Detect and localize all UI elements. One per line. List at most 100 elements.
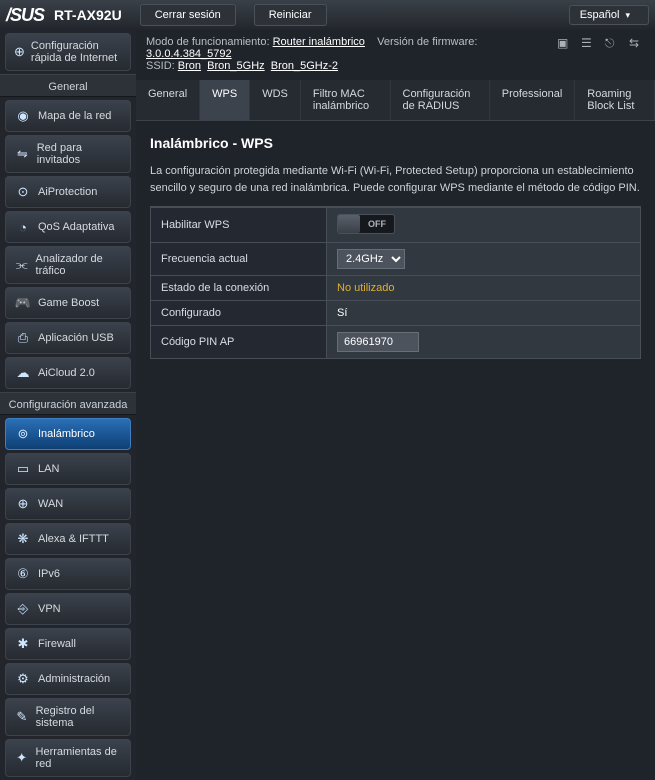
sidebar-icon: 🎮 [14, 294, 32, 312]
tab[interactable]: Professional [490, 80, 576, 120]
toggle-knob [338, 215, 360, 233]
pin-label: Código PIN AP [151, 326, 327, 359]
sidebar-item-label: LAN [38, 463, 59, 475]
mode-value[interactable]: Router inalámbrico [273, 36, 365, 48]
sidebar-item-label: AiProtection [38, 186, 97, 198]
sidebar-item[interactable]: ⚙ Administración [5, 663, 131, 695]
page-description: La configuración protegida mediante Wi-F… [150, 163, 641, 207]
connection-state-value: No utilizado [337, 282, 394, 294]
mode-label: Modo de funcionamiento: [146, 36, 270, 48]
page-title: Inalámbrico - WPS [150, 135, 641, 151]
frequency-select[interactable]: 2.4GHz [337, 249, 405, 269]
sidebar-section-advanced: Configuración avanzada [0, 392, 136, 415]
tab[interactable]: Filtro MAC inalámbrico [301, 80, 391, 120]
sidebar-icon: ✱ [14, 635, 32, 653]
sidebar-item-label: Configuración rápida de Internet [31, 40, 122, 64]
feature-icon[interactable]: ▣ [557, 36, 573, 48]
ssid-label: SSID: [146, 60, 175, 72]
sidebar-item[interactable]: ⎙ Aplicación USB [5, 322, 131, 354]
sidebar-item[interactable]: ❋ Alexa & IFTTT [5, 523, 131, 555]
sidebar-item-label: Mapa de la red [38, 110, 111, 122]
sidebar-item-label: Inalámbrico [38, 428, 95, 440]
sidebar-item-label: Firewall [38, 638, 76, 650]
sidebar-item[interactable]: ⑥ IPv6 [5, 558, 131, 590]
tab[interactable]: WPS [200, 80, 250, 120]
tab[interactable]: WDS [250, 80, 301, 120]
connection-state-label: Estado de la conexión [151, 276, 327, 301]
tab-bar: GeneralWPSWDSFiltro MAC inalámbricoConfi… [136, 80, 655, 121]
sidebar-icon: ⊚ [14, 425, 32, 443]
sidebar-item[interactable]: ☁ AiCloud 2.0 [5, 357, 131, 389]
sidebar-item[interactable]: ⫘ Analizador de tráfico [5, 246, 131, 284]
feature-icon[interactable]: ⎋ [605, 36, 621, 48]
sidebar-item-label: IPv6 [38, 568, 60, 580]
model-name: RT-AX92U [54, 7, 122, 23]
sidebar-item-label: Alexa & IFTTT [38, 533, 109, 545]
sidebar-item-label: AiCloud 2.0 [38, 367, 95, 379]
status-icons: ▣ ☰ ⎋ ⇆ [557, 36, 645, 48]
sidebar-icon: ◔ [14, 218, 32, 236]
enable-wps-toggle[interactable]: OFF [337, 214, 395, 234]
sidebar-icon: ▭ [14, 460, 32, 478]
reboot-button[interactable]: Reiniciar [254, 4, 327, 26]
ssid-value: Bron [178, 60, 201, 72]
sidebar-item-label: VPN [38, 603, 61, 615]
configured-label: Configurado [151, 301, 327, 326]
sidebar-item-label: Aplicación USB [38, 332, 114, 344]
feature-icon[interactable]: ☰ [581, 36, 597, 48]
sidebar: ⊕ Configuración rápida de Internet Gener… [0, 30, 136, 780]
sidebar-item[interactable]: ⊙ AiProtection [5, 176, 131, 208]
sidebar-icon: ✦ [14, 749, 30, 767]
sidebar-item[interactable]: ⇋ Red para invitados [5, 135, 131, 173]
sidebar-item[interactable]: ✱ Firewall [5, 628, 131, 660]
sidebar-icon: ◉ [14, 107, 32, 125]
sidebar-item[interactable]: ◉ Mapa de la red [5, 100, 131, 132]
sidebar-item-label: Analizador de tráfico [36, 253, 122, 277]
frequency-label: Frecuencia actual [151, 243, 327, 276]
feature-icon[interactable]: ⇆ [629, 36, 645, 48]
sidebar-quick-setup[interactable]: ⊕ Configuración rápida de Internet [5, 33, 131, 71]
sidebar-icon: ☁ [14, 364, 32, 382]
logout-button[interactable]: Cerrar sesión [140, 4, 236, 26]
sidebar-icon: ⊙ [14, 183, 32, 201]
sidebar-icon: ⎙ [14, 329, 32, 347]
sidebar-icon: ❋ [14, 530, 32, 548]
pin-input[interactable] [337, 332, 419, 352]
sidebar-icon: ⚙ [14, 670, 32, 688]
sidebar-item-label: Red para invitados [37, 142, 122, 166]
globe-icon: ⊕ [14, 43, 25, 61]
configured-value: Sí [327, 301, 641, 326]
toggle-state: OFF [360, 219, 394, 229]
tab[interactable]: Roaming Block List [575, 80, 655, 120]
tab[interactable]: Configuración de RADIUS [391, 80, 490, 120]
sidebar-item[interactable]: 🎮 Game Boost [5, 287, 131, 319]
firmware-value[interactable]: 3.0.0.4.384_5792 [146, 48, 232, 60]
sidebar-item-label: Registro del sistema [36, 705, 122, 729]
sidebar-item[interactable]: ⊚ Inalámbrico [5, 418, 131, 450]
language-select[interactable]: Español [569, 5, 649, 25]
sidebar-section-general: General [0, 74, 136, 97]
sidebar-item-label: Herramientas de red [36, 746, 122, 770]
firmware-label: Versión de firmware: [377, 36, 477, 48]
sidebar-item[interactable]: ▭ LAN [5, 453, 131, 485]
sidebar-item[interactable]: ✦ Herramientas de red [5, 739, 131, 777]
sidebar-item-label: WAN [38, 498, 63, 510]
sidebar-icon: ⇋ [14, 145, 31, 163]
sidebar-item-label: QoS Adaptativa [38, 221, 114, 233]
enable-wps-label: Habilitar WPS [151, 208, 327, 243]
sidebar-item[interactable]: ◔ QoS Adaptativa [5, 211, 131, 243]
brand-logo: /SUS [6, 5, 44, 26]
sidebar-item-label: Game Boost [38, 297, 99, 309]
sidebar-icon: ✎ [14, 708, 30, 726]
sidebar-item[interactable]: ⊕ WAN [5, 488, 131, 520]
sidebar-icon: ⎆ [14, 600, 32, 618]
tab[interactable]: General [136, 80, 200, 120]
ssid-value: Bron_5GHz [207, 60, 264, 72]
sidebar-item-label: Administración [38, 673, 110, 685]
sidebar-icon: ⑥ [14, 565, 32, 583]
sidebar-item[interactable]: ✎ Registro del sistema [5, 698, 131, 736]
sidebar-icon: ⫘ [14, 256, 30, 274]
ssid-value: Bron_5GHz-2 [271, 60, 338, 72]
sidebar-icon: ⊕ [14, 495, 32, 513]
sidebar-item[interactable]: ⎆ VPN [5, 593, 131, 625]
